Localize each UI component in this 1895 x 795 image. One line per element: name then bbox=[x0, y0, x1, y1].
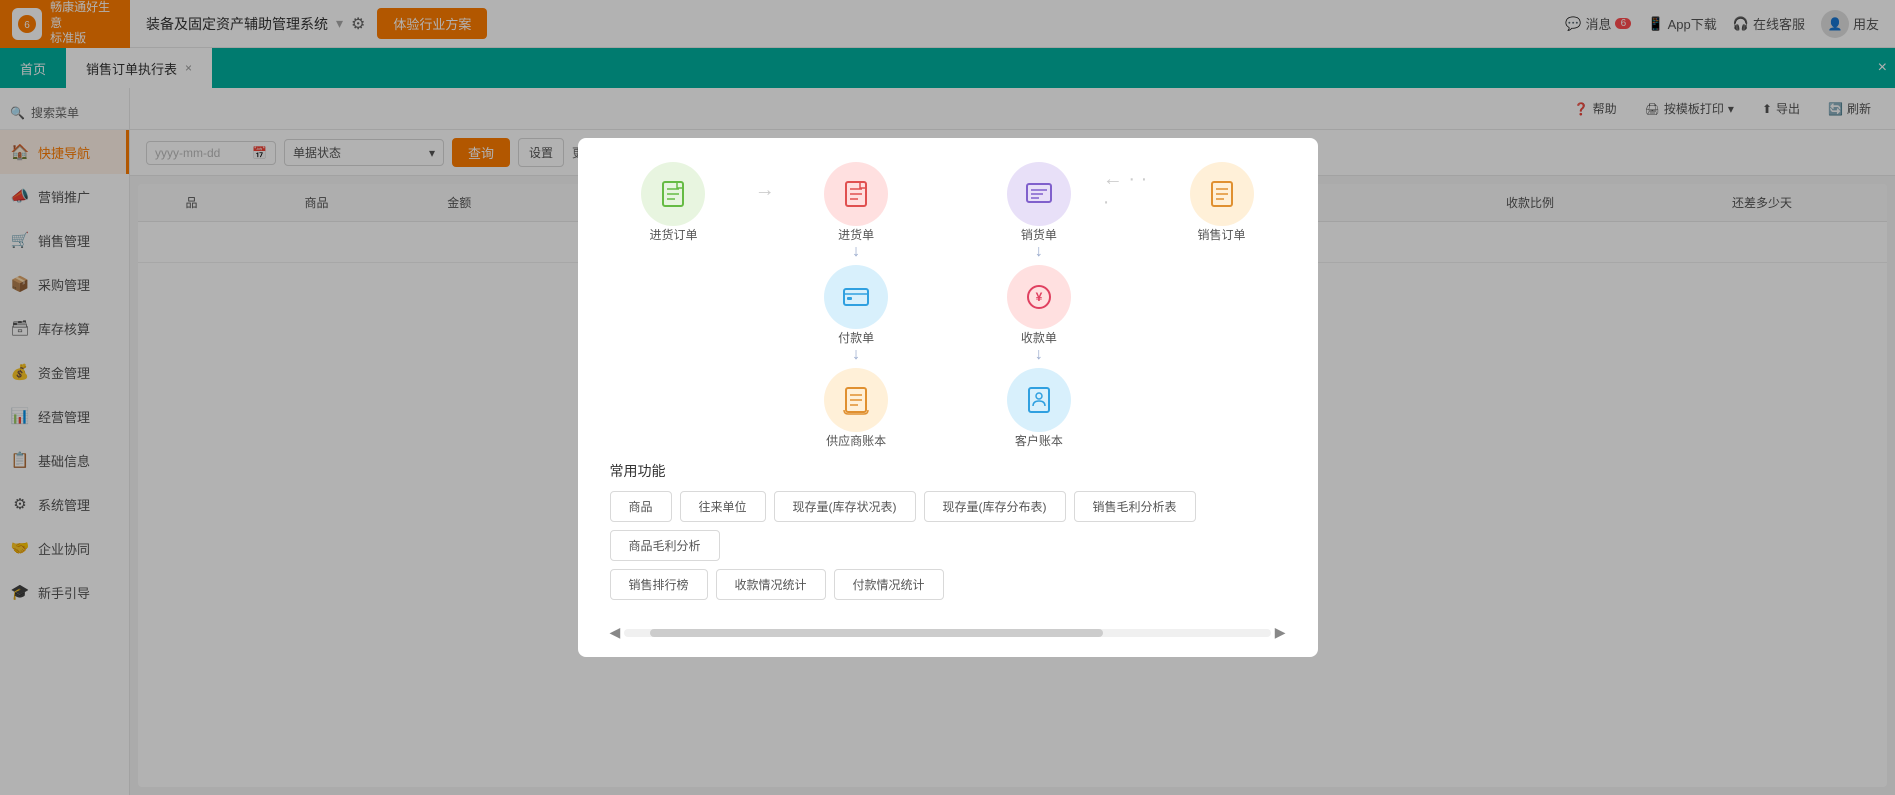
scroll-left-btn[interactable]: ◀ bbox=[610, 624, 621, 641]
node-payment-slip[interactable]: 付款单 bbox=[792, 265, 920, 346]
receipt-slip-label: 收款单 bbox=[1021, 329, 1057, 346]
func-btns-row1: 商品 往来单位 现存量(库存状况表) 现存量(库存分布表) 销售毛利分析表 商品… bbox=[610, 491, 1286, 561]
node-purchase-order[interactable]: 进货订单 bbox=[610, 162, 738, 243]
node-customer-ledger[interactable]: 客户账本 bbox=[975, 368, 1103, 449]
func-btn-inventory-status[interactable]: 现存量(库存状况表) bbox=[774, 491, 916, 522]
func-btn-sales-ranking[interactable]: 销售排行榜 bbox=[610, 569, 708, 600]
purchase-order-label: 进货订单 bbox=[649, 226, 697, 243]
node-receipt-slip[interactable]: ¥ 收款单 bbox=[975, 265, 1103, 346]
sales-slip-label: 销货单 bbox=[1021, 226, 1057, 243]
payment-slip-label: 付款单 bbox=[838, 329, 874, 346]
sales-order-label: 销售订单 bbox=[1198, 226, 1246, 243]
func-btn-inventory-dist[interactable]: 现存量(库存分布表) bbox=[924, 491, 1066, 522]
popup-dialog: 进货订单 → 进货单 销货单 bbox=[578, 138, 1318, 657]
func-btn-partner[interactable]: 往来单位 bbox=[680, 491, 766, 522]
scroll-right-btn[interactable]: ▶ bbox=[1275, 624, 1286, 641]
func-btn-product-profit[interactable]: 商品毛利分析 bbox=[610, 530, 720, 561]
func-btn-sales-profit[interactable]: 销售毛利分析表 bbox=[1074, 491, 1196, 522]
func-btn-product[interactable]: 商品 bbox=[610, 491, 672, 522]
flow-section: 进货订单 → 进货单 销货单 bbox=[578, 138, 1318, 461]
node-sales-slip[interactable]: 销货单 bbox=[975, 162, 1103, 243]
node-sales-order[interactable]: 销售订单 bbox=[1158, 162, 1286, 243]
customer-ledger-label: 客户账本 bbox=[1015, 432, 1063, 449]
common-func-title: 常用功能 bbox=[610, 461, 1286, 481]
popup-overlay[interactable]: 进货订单 → 进货单 销货单 bbox=[0, 0, 1895, 795]
node-supplier-ledger[interactable]: 供应商账本 bbox=[792, 368, 920, 449]
svg-text:¥: ¥ bbox=[1036, 290, 1043, 304]
func-btns-row2: 销售排行榜 收款情况统计 付款情况统计 bbox=[610, 569, 1286, 600]
func-btn-payment-stats[interactable]: 付款情况统计 bbox=[834, 569, 944, 600]
supplier-ledger-label: 供应商账本 bbox=[826, 432, 886, 449]
common-func-section: 常用功能 商品 往来单位 现存量(库存状况表) 现存量(库存分布表) 销售毛利分… bbox=[578, 461, 1318, 620]
purchase-slip-label: 进货单 bbox=[838, 226, 874, 243]
node-purchase-slip[interactable]: 进货单 bbox=[792, 162, 920, 243]
func-btn-receipt-stats[interactable]: 收款情况统计 bbox=[716, 569, 826, 600]
